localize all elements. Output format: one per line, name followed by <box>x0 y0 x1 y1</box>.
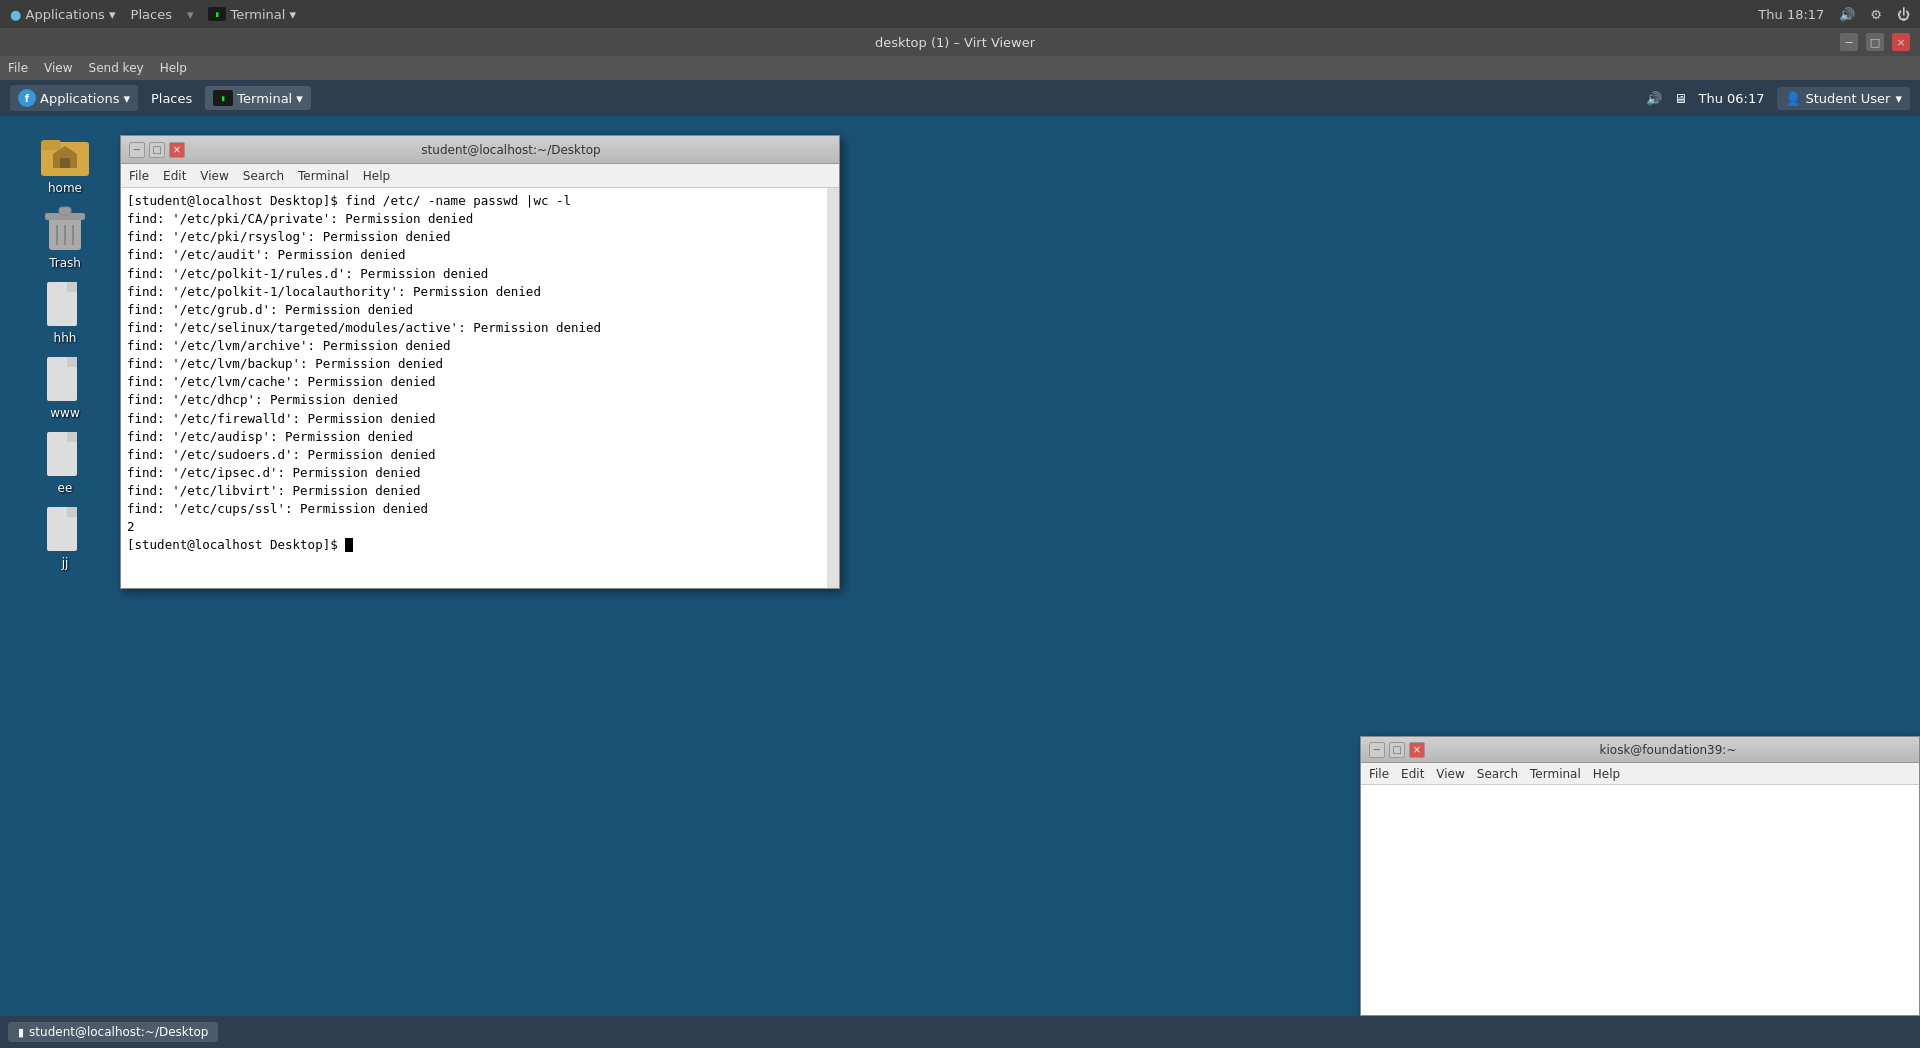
hhh-file-icon <box>41 280 89 328</box>
trash-icon <box>41 205 89 253</box>
jj-file-icon <box>41 505 89 553</box>
guest-places-menu[interactable]: Places <box>143 87 200 110</box>
virt-view-menu[interactable]: View <box>44 61 72 75</box>
main-terminal-window[interactable]: − □ × student@localhost:~/Desktop File E… <box>120 135 840 589</box>
desktop-icon-jj[interactable]: jj <box>30 505 100 570</box>
terminal-maximize-button[interactable]: □ <box>149 142 165 158</box>
secondary-terminal-body[interactable] <box>1361 785 1919 1015</box>
secondary-terminal-buttons: − □ × <box>1369 742 1425 758</box>
guest-network-icon[interactable]: 🖥 <box>1674 91 1687 106</box>
desktop-icon-ee[interactable]: ee <box>30 430 100 495</box>
virt-file-menu[interactable]: File <box>8 61 28 75</box>
sec-edit-menu[interactable]: Edit <box>1401 767 1424 781</box>
taskbar-terminal-icon: ▮ <box>18 1026 24 1039</box>
terminal-title: student@localhost:~/Desktop <box>191 143 831 157</box>
terminal-icon: ▮ <box>213 90 233 106</box>
fedora-icon: f <box>18 89 36 107</box>
host-applications-menu[interactable]: ● Applications ▾ <box>10 7 116 22</box>
term-edit-menu[interactable]: Edit <box>163 169 186 183</box>
guest-terminal-menu[interactable]: ▮ Terminal ▾ <box>205 86 310 110</box>
guest-os: f Applications ▾ Places ▮ Terminal ▾ 🔊 🖥… <box>0 80 1920 1048</box>
host-topbar-right: Thu 18:17 🔊 ⚙ ⏻ <box>1758 7 1910 22</box>
terminal-window-buttons: − □ × <box>129 142 185 158</box>
terminal-menubar: File Edit View Search Terminal Help <box>121 164 839 188</box>
sec-terminal-menu[interactable]: Terminal <box>1530 767 1581 781</box>
term-terminal-menu[interactable]: Terminal <box>298 169 349 183</box>
desktop-icon-hhh[interactable]: hhh <box>30 280 100 345</box>
sec-close-button[interactable]: × <box>1409 742 1425 758</box>
svg-rect-2 <box>41 140 61 150</box>
host-terminal-menu[interactable]: ▮ Terminal ▾ <box>208 7 295 22</box>
home-folder-icon <box>41 130 89 178</box>
term-help-menu[interactable]: Help <box>363 169 390 183</box>
guest-clock: Thu 06:17 <box>1699 91 1765 106</box>
host-places-menu[interactable]: Places <box>131 7 172 22</box>
virt-viewer-title: desktop (1) – Virt Viewer <box>875 35 1035 50</box>
maximize-button[interactable]: □ <box>1866 33 1884 51</box>
minimize-button[interactable]: − <box>1840 33 1858 51</box>
svg-rect-13 <box>67 282 77 292</box>
guest-taskbar: ▮ student@localhost:~/Desktop <box>0 1016 1920 1048</box>
guest-user-icon: 👤 <box>1785 91 1801 106</box>
close-button[interactable]: × <box>1892 33 1910 51</box>
sec-file-menu[interactable]: File <box>1369 767 1389 781</box>
svg-rect-16 <box>67 357 77 367</box>
host-power-icon[interactable]: ⏻ <box>1897 7 1910 22</box>
desktop-icon-trash[interactable]: Trash <box>30 205 100 270</box>
desktop-icon-home[interactable]: home <box>30 130 100 195</box>
svg-rect-19 <box>67 432 77 442</box>
desktop-icons: home Trash <box>30 130 100 570</box>
guest-topbar-right: 🔊 🖥 Thu 06:17 👤 Student User ▾ <box>1646 87 1911 110</box>
virt-sendkey-menu[interactable]: Send key <box>89 61 144 75</box>
virt-viewer-window-buttons: − □ × <box>1840 33 1910 51</box>
svg-rect-7 <box>59 207 71 215</box>
guest-user-menu[interactable]: 👤 Student User ▾ <box>1777 87 1910 110</box>
host-settings-icon[interactable]: ⚙ <box>1870 7 1882 22</box>
terminal-scrollbar[interactable] <box>827 188 839 588</box>
svg-rect-4 <box>60 158 70 168</box>
host-volume-icon[interactable]: 🔊 <box>1839 7 1855 22</box>
www-icon-label: www <box>50 406 79 420</box>
virt-viewer-window: desktop (1) – Virt Viewer − □ × File Vie… <box>0 28 1920 1048</box>
sec-maximize-button[interactable]: □ <box>1389 742 1405 758</box>
virt-viewer-titlebar: desktop (1) – Virt Viewer − □ × <box>0 28 1920 56</box>
terminal-close-button[interactable]: × <box>169 142 185 158</box>
sec-help-menu[interactable]: Help <box>1593 767 1620 781</box>
terminal-minimize-button[interactable]: − <box>129 142 145 158</box>
guest-topbar: f Applications ▾ Places ▮ Terminal ▾ 🔊 🖥… <box>0 80 1920 116</box>
secondary-terminal-titlebar: − □ × kiosk@foundation39:~ <box>1361 737 1919 763</box>
www-file-icon <box>41 355 89 403</box>
secondary-terminal-window[interactable]: − □ × kiosk@foundation39:~ File Edit Vie… <box>1360 736 1920 1016</box>
sec-search-menu[interactable]: Search <box>1477 767 1518 781</box>
term-view-menu[interactable]: View <box>200 169 228 183</box>
sec-minimize-button[interactable]: − <box>1369 742 1385 758</box>
ee-icon-label: ee <box>58 481 73 495</box>
virt-help-menu[interactable]: Help <box>160 61 187 75</box>
cursor-block <box>345 538 353 552</box>
guest-applications-menu[interactable]: f Applications ▾ <box>10 85 138 111</box>
virt-viewer-menubar: File View Send key Help <box>0 56 1920 80</box>
secondary-terminal-menubar: File Edit View Search Terminal Help <box>1361 763 1919 785</box>
term-search-menu[interactable]: Search <box>243 169 284 183</box>
ee-file-icon <box>41 430 89 478</box>
host-topbar: ● Applications ▾ Places ▾ ▮ Terminal ▾ T… <box>0 0 1920 28</box>
hhh-icon-label: hhh <box>54 331 77 345</box>
jj-icon-label: jj <box>62 556 69 570</box>
guest-volume-icon[interactable]: 🔊 <box>1646 91 1662 106</box>
sec-view-menu[interactable]: View <box>1436 767 1464 781</box>
term-file-menu[interactable]: File <box>129 169 149 183</box>
desktop-icon-www[interactable]: www <box>30 355 100 420</box>
home-icon-label: home <box>48 181 82 195</box>
terminal-titlebar: − □ × student@localhost:~/Desktop <box>121 136 839 164</box>
host-topbar-left: ● Applications ▾ Places ▾ ▮ Terminal ▾ <box>10 7 296 22</box>
terminal-body[interactable]: [student@localhost Desktop]$ find /etc/ … <box>121 188 839 588</box>
taskbar-terminal-item[interactable]: ▮ student@localhost:~/Desktop <box>8 1022 218 1042</box>
trash-icon-label: Trash <box>49 256 81 270</box>
svg-rect-22 <box>67 507 77 517</box>
host-time: Thu 18:17 <box>1758 7 1824 22</box>
secondary-terminal-title: kiosk@foundation39:~ <box>1425 743 1911 757</box>
